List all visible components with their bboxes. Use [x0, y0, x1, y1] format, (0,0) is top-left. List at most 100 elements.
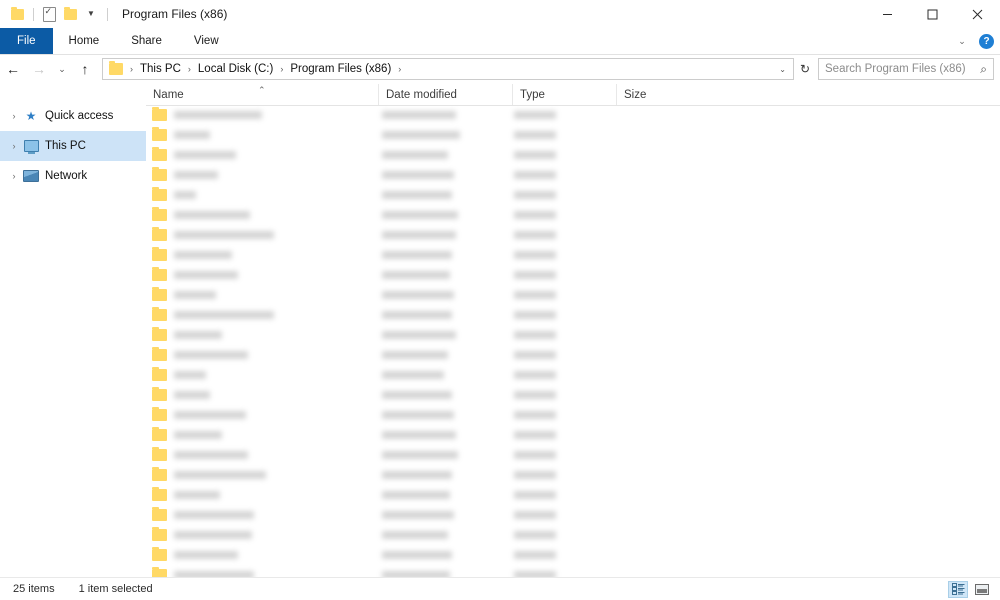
table-row[interactable] [146, 465, 692, 485]
obscured-file-name [174, 551, 238, 559]
obscured-date-modified [382, 431, 456, 439]
obscured-date-modified [382, 371, 444, 379]
navigation-pane: › ★ Quick access › This PC › Network [0, 84, 146, 578]
table-row[interactable] [146, 485, 692, 505]
folder-icon [152, 207, 167, 221]
table-row[interactable] [146, 505, 692, 525]
obscured-type [514, 211, 556, 219]
table-row[interactable] [146, 185, 692, 205]
table-row[interactable] [146, 425, 692, 445]
breadcrumb-item-local-disk[interactable]: Local Disk (C:) [195, 63, 276, 75]
network-icon [22, 170, 40, 182]
expander-chevron-right-icon[interactable]: › [6, 171, 22, 181]
table-row[interactable] [146, 305, 692, 325]
breadcrumb-chevron-down-icon[interactable]: ⌄ [779, 65, 789, 74]
obscured-type [514, 511, 556, 519]
refresh-icon[interactable]: ↻ [794, 58, 816, 80]
obscured-date-modified [382, 531, 448, 539]
table-row[interactable] [146, 385, 692, 405]
star-icon: ★ [25, 109, 37, 123]
table-row[interactable] [146, 165, 692, 185]
help-icon[interactable]: ? [979, 33, 994, 49]
file-explorer-window: ▼ Program Files (x86) File Home Share Vi… [0, 0, 1000, 600]
recent-locations-chevron-down-icon[interactable]: ⌄ [52, 57, 72, 81]
maximize-button[interactable] [910, 0, 955, 28]
folder-icon [152, 287, 167, 301]
table-row[interactable] [146, 325, 692, 345]
table-row[interactable] [146, 225, 692, 245]
sidebar-item-label: Quick access [45, 110, 114, 122]
obscured-file-name [174, 191, 196, 199]
ribbon-tab-bar: File Home Share View ⌄ ? [0, 28, 1000, 55]
folder-icon[interactable] [7, 4, 27, 24]
large-icons-view-button[interactable] [972, 581, 992, 598]
details-view-button[interactable] [948, 580, 968, 598]
column-header-name[interactable]: Name ⌃ [146, 84, 378, 105]
new-folder-icon[interactable] [60, 4, 80, 24]
folder-icon [152, 507, 167, 521]
table-row[interactable] [146, 285, 692, 305]
breadcrumb-item-this-pc[interactable]: This PC [137, 63, 184, 75]
obscured-type [514, 411, 556, 419]
tab-home[interactable]: Home [53, 28, 116, 54]
obscured-date-modified [382, 511, 454, 519]
obscured-type [514, 111, 556, 119]
obscured-type [514, 531, 556, 539]
column-header-date-modified[interactable]: Date modified [378, 84, 512, 105]
qat-separator [33, 7, 34, 21]
table-row[interactable] [146, 445, 692, 465]
obscured-file-name [174, 411, 246, 419]
sidebar-item-label: Network [45, 170, 88, 182]
obscured-file-name [174, 171, 218, 179]
folder-icon [152, 327, 167, 341]
tab-file[interactable]: File [0, 28, 53, 54]
breadcrumb-separator-3: › [398, 64, 402, 74]
table-row[interactable] [146, 205, 692, 225]
table-row[interactable] [146, 365, 692, 385]
table-row[interactable] [146, 525, 692, 545]
table-row[interactable] [146, 145, 692, 165]
close-button[interactable] [955, 0, 1000, 28]
forward-button[interactable]: → [26, 57, 52, 81]
folder-icon [152, 547, 167, 561]
table-row[interactable] [146, 265, 692, 285]
search-input[interactable]: Search Program Files (x86) ⌕ [818, 58, 994, 80]
up-button[interactable]: ↑ [72, 57, 98, 81]
sidebar-item-this-pc[interactable]: › This PC [0, 131, 146, 161]
search-icon[interactable]: ⌕ [980, 62, 987, 77]
expand-ribbon-chevron-down-icon[interactable]: ⌄ [955, 36, 969, 47]
obscured-file-name [174, 471, 266, 479]
obscured-type [514, 431, 556, 439]
address-bar: ← → ⌄ ↑ › This PC › Local Disk (C:) › Pr… [0, 55, 1000, 83]
folder-icon [152, 267, 167, 281]
tab-view[interactable]: View [178, 28, 235, 54]
folder-icon [152, 147, 167, 161]
obscured-type [514, 151, 556, 159]
expander-chevron-right-icon[interactable]: › [6, 141, 22, 151]
expander-chevron-right-icon[interactable]: › [6, 111, 22, 121]
obscured-type [514, 371, 556, 379]
tab-share[interactable]: Share [115, 28, 178, 54]
breadcrumb-item-program-files[interactable]: Program Files (x86) [287, 63, 394, 75]
minimize-button[interactable] [865, 0, 910, 28]
folder-icon [152, 487, 167, 501]
breadcrumb[interactable]: › This PC › Local Disk (C:) › Program Fi… [102, 58, 794, 80]
obscured-date-modified [382, 311, 452, 319]
table-row[interactable] [146, 545, 692, 565]
folder-icon [152, 347, 167, 361]
sidebar-item-network[interactable]: › Network [0, 161, 146, 191]
back-button[interactable]: ← [0, 57, 26, 81]
table-row[interactable] [146, 345, 692, 365]
breadcrumb-separator-1: › [187, 64, 191, 74]
table-row[interactable] [146, 125, 692, 145]
folder-icon [152, 227, 167, 241]
table-row[interactable] [146, 245, 692, 265]
sidebar-item-quick-access[interactable]: › ★ Quick access [0, 101, 146, 131]
column-header-size[interactable]: Size [616, 84, 692, 105]
file-rows: World of Warcraft9/3/2019 3:11 PMFile fo… [146, 105, 1000, 600]
properties-icon[interactable] [39, 4, 59, 24]
column-header-type[interactable]: Type [512, 84, 616, 105]
customize-caret-icon[interactable]: ▼ [81, 4, 101, 24]
table-row[interactable] [146, 405, 692, 425]
table-row[interactable] [146, 105, 692, 125]
